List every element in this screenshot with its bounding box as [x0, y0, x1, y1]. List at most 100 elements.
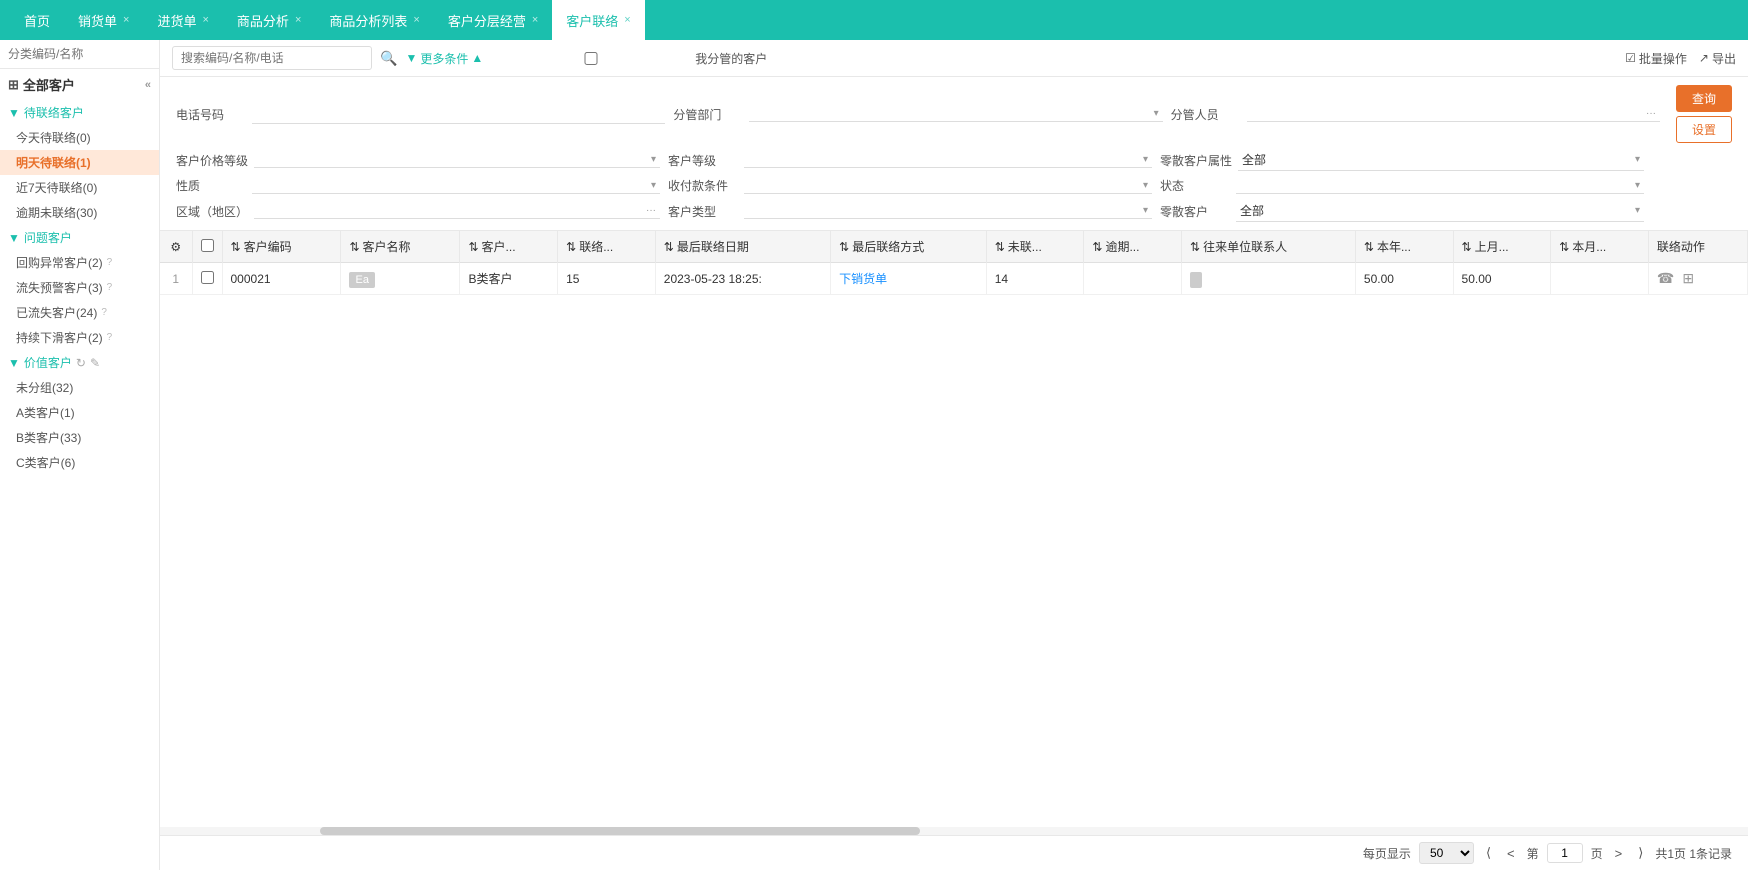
nav-customer-tier-close[interactable]: ×	[532, 14, 538, 26]
page-input[interactable]	[1547, 843, 1583, 863]
select-status[interactable]: ▾	[1236, 178, 1644, 194]
select-customer-level[interactable]: ▾	[744, 152, 1152, 168]
select-retail-attr[interactable]: 全部 ▾	[1238, 149, 1644, 171]
gear-icon: ⚙	[170, 240, 181, 254]
col-name-sort-icon: ⇅	[349, 240, 359, 254]
payment-arrow: ▾	[1143, 180, 1148, 191]
col-last-contact-method[interactable]: ⇅ 最后联络方式	[831, 231, 987, 263]
col-last-contact-date[interactable]: ⇅ 最后联络日期	[655, 231, 830, 263]
col-contact-count[interactable]: ⇅ 联络...	[558, 231, 656, 263]
page-first-btn[interactable]: ⟨	[1482, 843, 1495, 863]
col-overdue[interactable]: ⇅ 逾期...	[1084, 231, 1182, 263]
nav-product-analysis-list-close[interactable]: ×	[413, 14, 419, 26]
label-retail-customer: 零散客户	[1160, 203, 1230, 220]
sidebar-item-overdue[interactable]: 逾期未联络(30)	[0, 200, 159, 225]
select-region[interactable]: ···	[254, 203, 660, 219]
col-name[interactable]: ⇅ 客户名称	[341, 231, 460, 263]
filter-row-1: 电话号码 分管部门 ▾ 分管人员 ···	[176, 85, 1732, 143]
filter-icon: ▼	[405, 51, 417, 65]
col-not-contacted[interactable]: ⇅ 未联...	[986, 231, 1084, 263]
top-navigation: 首页 销货单 × 进货单 × 商品分析 × 商品分析列表 × 客户分层经营 × …	[0, 0, 1748, 40]
select-nature[interactable]: ▾	[252, 178, 660, 194]
row-checkbox-cell[interactable]	[192, 263, 222, 295]
value-edit-icon[interactable]: ✎	[90, 356, 100, 370]
select-all-checkbox[interactable]	[201, 239, 214, 252]
nav-customer-tier[interactable]: 客户分层经营 ×	[434, 0, 552, 40]
sidebar-item-class-a[interactable]: A类客户(1)	[0, 400, 159, 425]
select-dept[interactable]: ▾	[749, 106, 1162, 122]
col-unit-contact[interactable]: ⇅ 往来单位联系人	[1182, 231, 1356, 263]
nav-product-analysis[interactable]: 商品分析 ×	[223, 0, 315, 40]
col-gear[interactable]: ⚙	[160, 231, 192, 263]
select-person[interactable]: ···	[1247, 106, 1660, 122]
settings-btn[interactable]: 设置	[1676, 116, 1732, 143]
col-type[interactable]: ⇅ 客户...	[460, 231, 558, 263]
sidebar-item-week[interactable]: 近7天待联络(0)	[0, 175, 159, 200]
col-checkbox[interactable]	[192, 231, 222, 263]
sidebar-item-repurchase-abnormal[interactable]: 回购异常客户(2) ?	[0, 250, 159, 275]
export-btn[interactable]: ↗ 导出	[1699, 50, 1736, 67]
select-price-level[interactable]: ▾	[254, 152, 660, 168]
col-this-month[interactable]: ⇅ 本月...	[1551, 231, 1649, 263]
sidebar-item-ungrouped[interactable]: 未分组(32)	[0, 375, 159, 400]
region-dots-icon: ···	[646, 205, 656, 216]
select-retail-customer[interactable]: 全部 ▾	[1236, 200, 1644, 222]
per-page-select[interactable]: 50 100 200	[1419, 842, 1474, 864]
row-this-month	[1551, 263, 1649, 295]
row-not-contacted: 14	[986, 263, 1084, 295]
row-unit-contact	[1182, 263, 1356, 295]
sidebar-item-declining[interactable]: 持续下滑客户(2) ?	[0, 325, 159, 350]
input-phone[interactable]	[252, 105, 665, 124]
nav-home[interactable]: 首页	[10, 0, 64, 40]
nav-product-analysis-list[interactable]: 商品分析列表 ×	[315, 0, 433, 40]
all-customers-header[interactable]: ⊞ 全部客户 «	[0, 69, 159, 100]
row-code: 000021	[222, 263, 341, 295]
sidebar-item-today[interactable]: 今天待联络(0)	[0, 125, 159, 150]
row-last-contact-method[interactable]: 下销货单	[831, 263, 987, 295]
page-prev-btn[interactable]: <	[1503, 844, 1519, 863]
horizontal-scrollbar[interactable]	[160, 827, 1748, 835]
col-this-year[interactable]: ⇅ 本年...	[1355, 231, 1453, 263]
sidebar-item-churned[interactable]: 已流失客户(24) ?	[0, 300, 159, 325]
col-last-date-sort-icon: ⇅	[664, 240, 674, 254]
filter-cell-status: 状态 ▾	[1160, 177, 1644, 194]
nav-product-analysis-close[interactable]: ×	[295, 14, 301, 26]
col-action: 联络动作	[1648, 231, 1747, 263]
select-payment[interactable]: ▾	[744, 178, 1152, 194]
query-btn[interactable]: 查询	[1676, 85, 1732, 112]
batch-ops-btn[interactable]: ☑ 批量操作	[1625, 50, 1687, 67]
sidebar-item-class-c[interactable]: C类客户(6)	[0, 450, 159, 475]
my-customers-checkbox-label[interactable]: 我分管的客户	[491, 50, 767, 67]
nav-purchase[interactable]: 进货单 ×	[143, 0, 222, 40]
nav-sales[interactable]: 销货单 ×	[64, 0, 143, 40]
nav-sales-close[interactable]: ×	[123, 14, 129, 26]
nav-customer-contact-close[interactable]: ×	[624, 14, 630, 26]
filter-row-3: 性质 ▾ 收付款条件 ▾ 状态	[176, 177, 1732, 194]
col-last-month[interactable]: ⇅ 上月...	[1453, 231, 1551, 263]
col-code[interactable]: ⇅ 客户编码	[222, 231, 341, 263]
row-checkbox[interactable]	[201, 271, 214, 284]
last-contact-method-link[interactable]: 下销货单	[839, 272, 887, 286]
page-next-btn[interactable]: >	[1611, 844, 1627, 863]
more-conditions-btn[interactable]: ▼ 更多条件 ▲	[405, 50, 483, 67]
search-btn[interactable]: 🔍	[380, 50, 397, 67]
nav-customer-contact[interactable]: 客户联络 ×	[552, 0, 644, 40]
page-last-btn[interactable]: ⟩	[1634, 843, 1647, 863]
nav-purchase-close[interactable]: ×	[202, 14, 208, 26]
row-action: ☎ ⊞	[1648, 263, 1747, 295]
value-refresh-icon[interactable]: ↻	[76, 356, 86, 370]
sidebar-search-input[interactable]	[8, 47, 160, 61]
sidebar-item-tomorrow[interactable]: 明天待联络(1)	[0, 150, 159, 175]
search-input[interactable]	[172, 46, 372, 70]
select-customer-type[interactable]: ▾	[744, 203, 1152, 219]
advanced-filter-panel: 电话号码 分管部门 ▾ 分管人员 ···	[160, 77, 1748, 231]
scrollbar-thumb[interactable]	[320, 827, 920, 835]
phone-action-icon[interactable]: ☎	[1657, 270, 1674, 287]
filter-cell-retail-customer: 零散客户 全部 ▾	[1160, 200, 1644, 222]
label-nature: 性质	[176, 177, 246, 194]
grid-action-icon[interactable]: ⊞	[1682, 270, 1694, 287]
sidebar-item-churn-warning[interactable]: 流失预警客户(3) ?	[0, 275, 159, 300]
col-type-sort-icon: ⇅	[468, 240, 478, 254]
my-customers-checkbox[interactable]	[491, 52, 691, 65]
sidebar-item-class-b[interactable]: B类客户(33)	[0, 425, 159, 450]
